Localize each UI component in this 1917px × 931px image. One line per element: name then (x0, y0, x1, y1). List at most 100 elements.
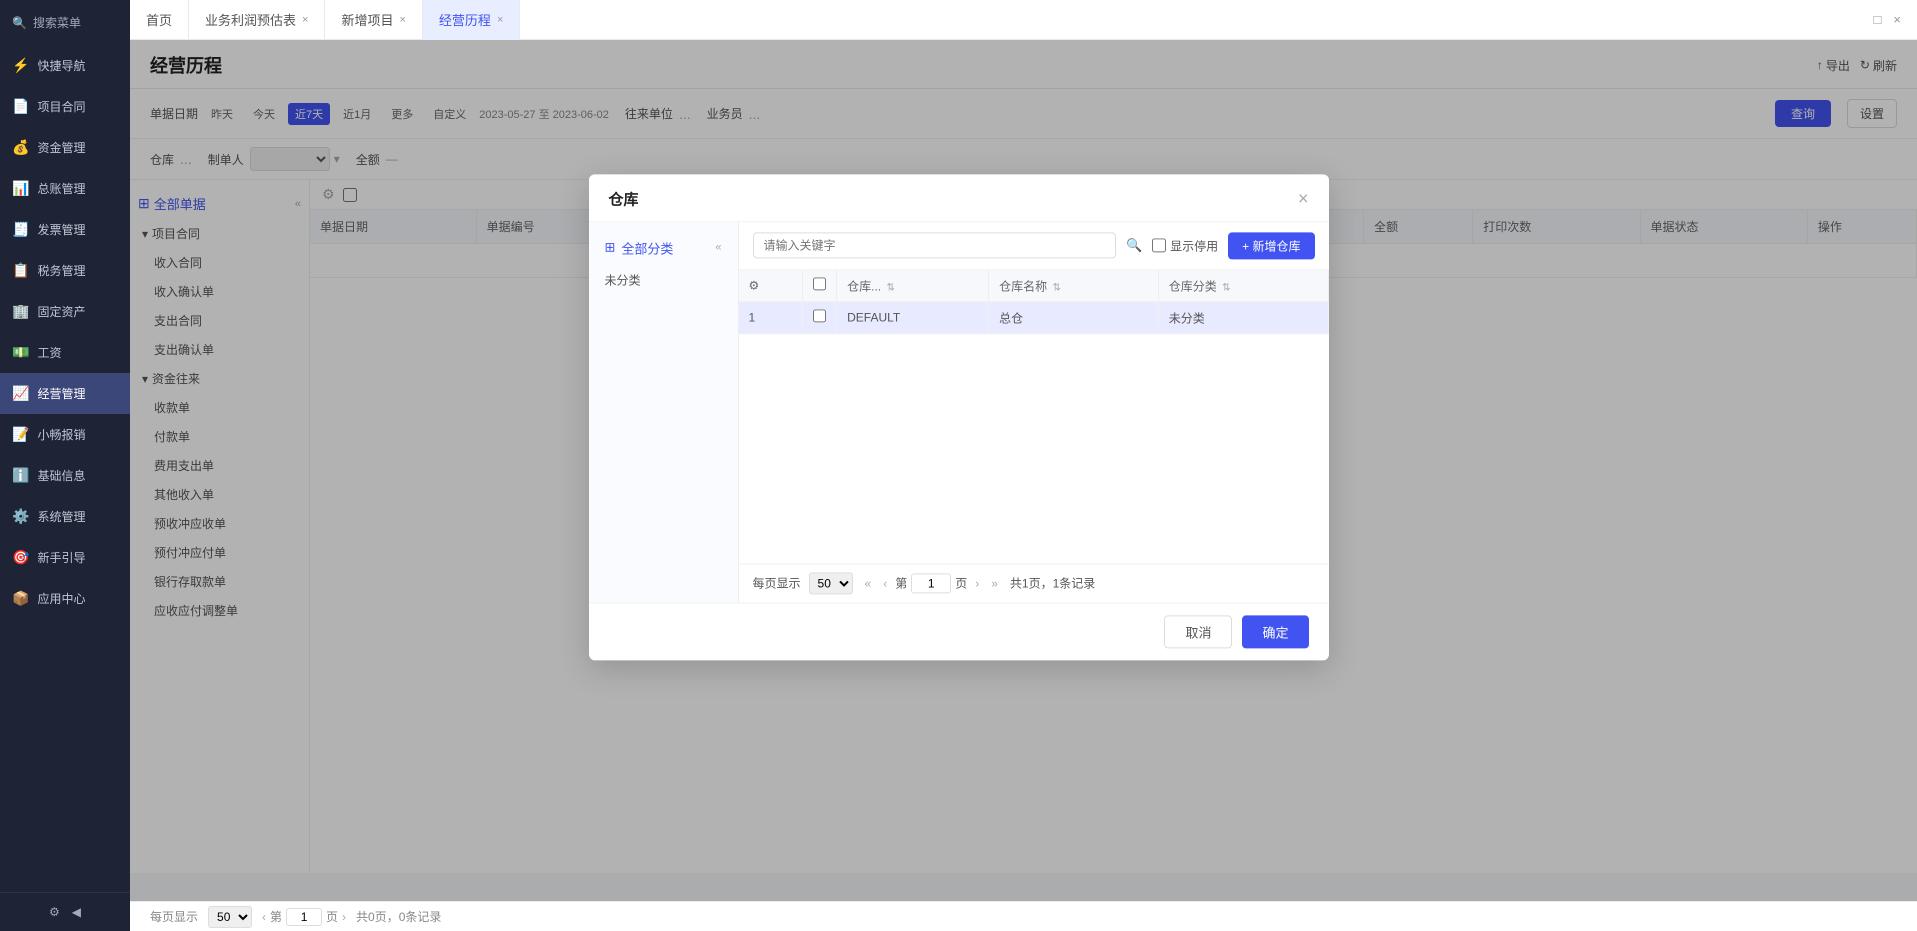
sidebar-item-general-ledger[interactable]: 📊 总账管理 (0, 168, 130, 209)
fixed-assets-icon: 🏢 (12, 303, 29, 320)
categories-icon: ⊞ (605, 239, 616, 255)
search-icon: 🔍 (12, 16, 27, 30)
sidebar-item-fund-management[interactable]: 💰 资金管理 (0, 127, 130, 168)
col-settings-icon[interactable]: ⚙ (749, 278, 760, 292)
page-suffix: 页 (326, 908, 338, 925)
sidebar-item-tax[interactable]: 📋 税务管理 (0, 250, 130, 291)
modal-next-page-btn[interactable]: › (971, 574, 983, 592)
invoice-icon: 🧾 (12, 221, 29, 238)
add-warehouse-btn[interactable]: + 新增仓库 (1228, 232, 1314, 259)
tax-icon: 📋 (12, 262, 29, 279)
sidebar-item-label: 新手引导 (37, 549, 85, 566)
sidebar-item-invoice[interactable]: 🧾 发票管理 (0, 209, 130, 250)
tab-profit[interactable]: 业务利润预估表 × (189, 0, 325, 40)
next-page-btn[interactable]: › (342, 910, 346, 924)
col-warehouse-code: 仓库... ⇅ (837, 270, 989, 302)
close-btn[interactable]: × (1893, 12, 1901, 27)
tab-new-project[interactable]: 新增项目 × (325, 0, 422, 40)
row-num-cell: 1 (739, 301, 803, 333)
confirm-button[interactable]: 确定 (1242, 615, 1308, 648)
sort-code-icon: ⇅ (886, 282, 894, 293)
modal-page-input[interactable] (911, 573, 951, 593)
restore-btn[interactable]: □ (1874, 12, 1882, 27)
modal-per-page-label: 每页显示 (753, 574, 801, 591)
tab-home[interactable]: 首页 (130, 0, 189, 40)
modal-last-page-btn[interactable]: » (987, 574, 1002, 592)
salary-icon: 💵 (12, 344, 29, 361)
sidebar-item-label: 发票管理 (37, 221, 85, 238)
sidebar-item-basic-info[interactable]: ℹ️ 基础信息 (0, 455, 130, 496)
modal-search-input[interactable] (753, 232, 1116, 258)
tab-new-project-label: 新增项目 (341, 10, 393, 29)
modal-per-page-select[interactable]: 50 (809, 572, 853, 594)
fund-icon: 💰 (12, 139, 29, 156)
sidebar-item-beginner[interactable]: 🎯 新手引导 (0, 537, 130, 578)
sidebar-item-expense-report[interactable]: 📝 小畅报销 (0, 414, 130, 455)
modal-first-page-btn[interactable]: « (861, 574, 876, 592)
sidebar-search[interactable]: 🔍 搜索菜单 (0, 0, 130, 45)
sidebar-item-fixed-assets[interactable]: 🏢 固定资产 (0, 291, 130, 332)
modal-table-row[interactable]: 1 DEFAULT 总仓 未分类 (739, 301, 1329, 333)
total-records: 共0页，0条记录 (356, 908, 441, 925)
modal-page-suffix: 页 (955, 574, 967, 591)
sidebar-item-label: 总账管理 (37, 180, 85, 197)
shortcuts-icon: ⚡ (12, 57, 29, 74)
basic-info-icon: ℹ️ (12, 467, 29, 484)
col-settings: ⚙ (739, 270, 803, 302)
modal-prev-page-btn[interactable]: ‹ (879, 574, 891, 592)
sidebar-item-label: 系统管理 (37, 508, 85, 525)
page-nav: ‹ 第 页 › (262, 908, 346, 926)
row-code-cell: DEFAULT (837, 301, 989, 333)
sidebar-item-label: 工资 (37, 344, 61, 361)
sidebar-item-salary[interactable]: 💵 工资 (0, 332, 130, 373)
row-checkbox[interactable] (813, 309, 826, 322)
show-disabled-checkbox[interactable] (1152, 238, 1166, 252)
show-disabled-group: 显示停用 (1152, 237, 1218, 254)
collapse-left-btn[interactable]: « (715, 241, 721, 253)
expense-icon: 📝 (12, 426, 29, 443)
col-warehouse-category: 仓库分类 ⇅ (1158, 270, 1328, 302)
app-center-icon: 📦 (12, 590, 29, 607)
sidebar-search-label: 搜索菜单 (33, 14, 81, 31)
sidebar-item-system[interactable]: ⚙️ 系统管理 (0, 496, 130, 537)
per-page-select[interactable]: 50 (208, 906, 252, 928)
tab-new-project-close[interactable]: × (399, 14, 405, 26)
sidebar-item-business-management[interactable]: 📈 经营管理 (0, 373, 130, 414)
modal-right-panel: 🔍 显示停用 + 新增仓库 ⚙ (739, 222, 1329, 602)
ledger-icon: 📊 (12, 180, 29, 197)
per-page-label: 每页显示 (150, 908, 198, 925)
modal-body: ⊞ 全部分类 « 未分类 🔍 显示停用 + 新增仓库 (589, 222, 1329, 602)
modal-table: ⚙ 仓库... ⇅ 仓库名称 ⇅ (739, 270, 1329, 563)
sidebar-item-project-contract[interactable]: 📄 项目合同 (0, 86, 130, 127)
modal-left-panel: ⊞ 全部分类 « 未分类 (589, 222, 739, 602)
sidebar-item-label: 基础信息 (37, 467, 85, 484)
tab-profit-close[interactable]: × (302, 14, 308, 26)
warehouse-modal: 仓库 × ⊞ 全部分类 « 未分类 🔍 显示停用 (589, 174, 1329, 660)
tab-business-history-close[interactable]: × (497, 14, 503, 26)
sidebar: 🔍 搜索菜单 ⚡ 快捷导航 📄 项目合同 💰 资金管理 📊 总账管理 🧾 发票管… (0, 0, 130, 931)
uncategorized-item[interactable]: 未分类 (589, 265, 738, 294)
modal-pagination: 每页显示 50 « ‹ 第 页 › » 共1页，1条记录 (739, 563, 1329, 602)
all-categories-item[interactable]: ⊞ 全部分类 « (589, 230, 738, 265)
topbar-right: □ × (1874, 12, 1917, 27)
tab-profit-label: 业务利润预估表 (205, 10, 296, 29)
col-checkbox (803, 270, 837, 302)
row-checkbox-cell (803, 301, 837, 333)
sidebar-bottom: ⚙ ◀ (0, 892, 130, 931)
modal-select-all[interactable] (813, 277, 826, 290)
tab-business-history[interactable]: 经营历程 × (423, 0, 520, 40)
sidebar-item-label: 应用中心 (37, 590, 85, 607)
sidebar-item-app-center[interactable]: 📦 应用中心 (0, 578, 130, 619)
prev-page-btn[interactable]: ‹ (262, 910, 266, 924)
sort-category-icon: ⇅ (1222, 282, 1230, 293)
collapse-sidebar-btn[interactable]: ◀ (72, 905, 81, 919)
all-categories-label: 全部分类 (621, 238, 673, 257)
tab-business-history-label: 经营历程 (439, 10, 491, 29)
page-input[interactable] (286, 908, 322, 926)
sidebar-item-shortcuts[interactable]: ⚡ 快捷导航 (0, 45, 130, 86)
cancel-button[interactable]: 取消 (1164, 615, 1232, 648)
topbar: 首页 业务利润预估表 × 新增项目 × 经营历程 × □ × (130, 0, 1917, 40)
settings-icon[interactable]: ⚙ (49, 905, 60, 919)
tab-home-label: 首页 (146, 10, 172, 29)
modal-close-btn[interactable]: × (1298, 188, 1309, 209)
